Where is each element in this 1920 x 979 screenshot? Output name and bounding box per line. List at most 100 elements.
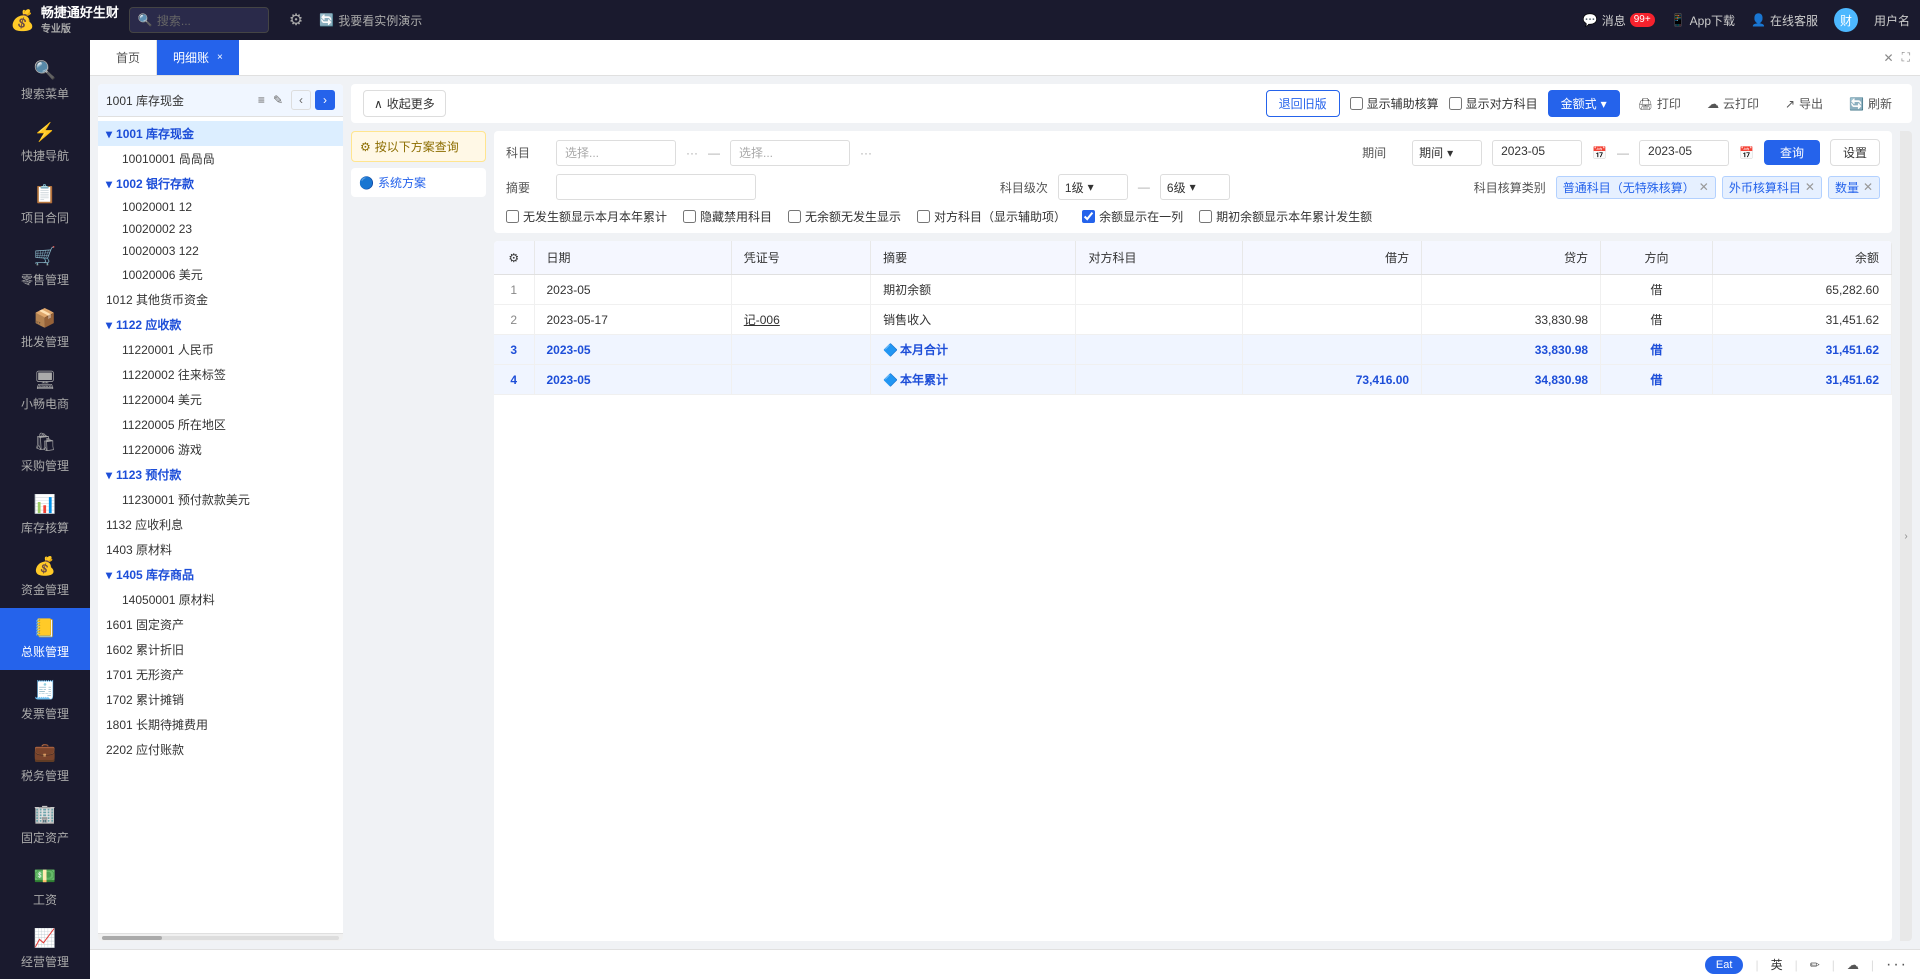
sidebar-item-purchase[interactable]: 🛍 采购管理 — [0, 422, 90, 484]
sidebar-item-search[interactable]: 🔍 搜索菜单 — [0, 50, 90, 112]
filter-tag-close-1[interactable]: ✕ — [1805, 180, 1815, 194]
period-end-input[interactable]: 2023-05 — [1639, 140, 1729, 166]
online-service-btn[interactable]: 👤 在线客服 — [1751, 12, 1818, 29]
tree-item-11220002[interactable]: 11220002 往来标签 — [98, 362, 343, 387]
top-search-box[interactable]: 🔍 搜索... — [129, 7, 269, 33]
col-gear[interactable]: ⚙ — [494, 241, 534, 275]
eat-btn[interactable]: Eat — [1705, 956, 1744, 974]
app-download-btn[interactable]: 📱 App下载 — [1671, 12, 1735, 29]
sidebar-item-tax[interactable]: 💼 税务管理 — [0, 732, 90, 794]
checkbox-no-occur[interactable]: 无发生额显示本月本年累计 — [506, 208, 667, 225]
sidebar-item-project[interactable]: 📋 项目合同 — [0, 174, 90, 236]
sidebar-item-inventory[interactable]: 📊 库存核算 — [0, 484, 90, 546]
tree-col-icon[interactable]: ≡ — [258, 93, 265, 107]
scheme-title[interactable]: 🔵 系统方案 — [359, 174, 478, 191]
sidebar-item-ecommerce[interactable]: 🖥 小畅电商 — [0, 360, 90, 422]
cloud-icon[interactable]: ☁ — [1847, 958, 1859, 972]
subject-input-2[interactable]: 选择... — [730, 140, 850, 166]
tree-item-11220005[interactable]: 11220005 所在地区 — [98, 412, 343, 437]
tree-item-1132[interactable]: 1132 应收利息 — [98, 512, 343, 537]
tree-item-1122[interactable]: ▾ 1122 应收款 — [98, 312, 343, 337]
cb-hide-disabled[interactable] — [683, 210, 696, 223]
tree-item-10010001[interactable]: 10010001 咼咼咼 — [98, 146, 343, 171]
sidebar-item-salary[interactable]: 💵 工资 — [0, 856, 90, 918]
tree-prev-btn[interactable]: ‹ — [291, 90, 311, 110]
tree-next-btn[interactable]: › — [315, 90, 335, 110]
tree-item-10020001[interactable]: 10020001 12 — [98, 196, 343, 218]
filter-tag-close-0[interactable]: ✕ — [1699, 180, 1709, 194]
sidebar-item-wholesale[interactable]: 📦 批发管理 — [0, 298, 90, 360]
tree-item-1012[interactable]: 1012 其他货币资金 — [98, 287, 343, 312]
level-end-select[interactable]: 6级 ▾ — [1160, 174, 1230, 200]
cloud-print-btn[interactable]: ☁ 云打印 — [1699, 91, 1767, 116]
show-assist-checkbox[interactable] — [1350, 97, 1363, 110]
settings-icon[interactable]: ⚙ — [289, 10, 303, 30]
tree-item-1405[interactable]: ▾ 1405 库存商品 — [98, 562, 343, 587]
summary-input[interactable] — [556, 174, 756, 200]
tree-item-1001[interactable]: ▾ 1001 库存现金 — [98, 121, 343, 146]
cb-show-contra[interactable] — [917, 210, 930, 223]
cell-voucher-2[interactable]: 记-006 — [731, 305, 870, 335]
tree-item-11230001[interactable]: 11230001 预付款款美元 — [98, 487, 343, 512]
show-contra-checkbox[interactable] — [1449, 97, 1462, 110]
checkbox-hide-disabled[interactable]: 隐藏禁用科目 — [683, 208, 772, 225]
tree-item-2202[interactable]: 2202 应付账款 — [98, 737, 343, 762]
tree-item-1602[interactable]: 1602 累计折旧 — [98, 637, 343, 662]
edit-icon[interactable]: ✏ — [1810, 958, 1820, 972]
tree-item-1403[interactable]: 1403 原材料 — [98, 537, 343, 562]
sidebar-item-retail[interactable]: 🛒 零售管理 — [0, 236, 90, 298]
period-calendar-icon-1[interactable]: 📅 — [1592, 146, 1607, 160]
tree-item-11220004[interactable]: 11220004 美元 — [98, 387, 343, 412]
query-btn[interactable]: 查询 — [1764, 140, 1820, 165]
subject-input[interactable]: 选择... — [556, 140, 676, 166]
tree-item-1601[interactable]: 1601 固定资产 — [98, 612, 343, 637]
tree-item-1702[interactable]: 1702 累计摊销 — [98, 687, 343, 712]
cb-no-occur[interactable] — [506, 210, 519, 223]
cb-no-balance[interactable] — [788, 210, 801, 223]
tab-home[interactable]: 首页 — [100, 40, 157, 75]
currency-mode-btn[interactable]: 金额式 ▾ — [1548, 90, 1620, 117]
tree-item-1123[interactable]: ▾ 1123 预付款 — [98, 462, 343, 487]
sidebar-item-quick-nav[interactable]: ⚡ 快捷导航 — [0, 112, 90, 174]
expand-btn[interactable]: ∧ 收起更多 — [363, 90, 446, 117]
tree-item-10020003[interactable]: 10020003 122 — [98, 240, 343, 262]
export-btn[interactable]: ↗ 导出 — [1777, 91, 1831, 116]
sidebar-item-operations[interactable]: 📈 经营管理 — [0, 918, 90, 979]
tree-item-11220001[interactable]: 11220001 人民币 — [98, 337, 343, 362]
return-old-version-btn[interactable]: 退回旧版 — [1266, 90, 1340, 117]
sidebar-item-fixed-assets[interactable]: 🏢 固定资产 — [0, 794, 90, 856]
tree-item-10020006[interactable]: 10020006 美元 — [98, 262, 343, 287]
period-calendar-icon-2[interactable]: 📅 — [1739, 146, 1754, 160]
sidebar-item-capital[interactable]: 💰 资金管理 — [0, 546, 90, 608]
sidebar-item-invoice[interactable]: 🧾 发票管理 — [0, 670, 90, 732]
show-assist-checkbox-label[interactable]: 显示辅助核算 — [1350, 95, 1439, 112]
sidebar-item-general-ledger[interactable]: 📒 总账管理 — [0, 608, 90, 670]
tab-close-icon[interactable]: × — [217, 52, 223, 63]
checkbox-show-contra[interactable]: 对方科目（显示辅助项） — [917, 208, 1066, 225]
tree-item-14050001[interactable]: 14050001 原材料 — [98, 587, 343, 612]
tree-item-11220006[interactable]: 11220006 游戏 — [98, 437, 343, 462]
cb-balance-one-col[interactable] — [1082, 210, 1095, 223]
tree-item-1701[interactable]: 1701 无形资产 — [98, 662, 343, 687]
period-start-input[interactable]: 2023-05 — [1492, 140, 1582, 166]
message-btn[interactable]: 💬 消息 99+ — [1583, 12, 1655, 29]
more-icon[interactable]: ··· — [1886, 956, 1908, 974]
tab-close-btn[interactable]: ✕ — [1884, 51, 1894, 65]
lang-btn[interactable]: 英 — [1771, 956, 1783, 973]
tab-detail-ledger[interactable]: 明细账 × — [157, 40, 239, 75]
period-type-select[interactable]: 期间 ▾ — [1412, 140, 1482, 166]
refresh-btn[interactable]: 🔄 刷新 — [1841, 91, 1900, 116]
tree-item-1801[interactable]: 1801 长期待摊费用 — [98, 712, 343, 737]
tree-edit-icon[interactable]: ✎ — [273, 93, 283, 107]
demo-link[interactable]: 🔄 我要看实例演示 — [319, 12, 422, 29]
settings-btn[interactable]: 设置 — [1830, 139, 1880, 166]
cb-show-opening[interactable] — [1199, 210, 1212, 223]
checkbox-no-balance[interactable]: 无余额无发生显示 — [788, 208, 901, 225]
user-avatar[interactable]: 财 — [1834, 8, 1858, 32]
filter-tag-close-2[interactable]: ✕ — [1863, 180, 1873, 194]
show-contra-checkbox-label[interactable]: 显示对方科目 — [1449, 95, 1538, 112]
checkbox-balance-one-col[interactable]: 余额显示在一列 — [1082, 208, 1183, 225]
tree-scroll-bar[interactable] — [98, 933, 343, 941]
tree-item-10020002[interactable]: 10020002 23 — [98, 218, 343, 240]
checkbox-show-opening[interactable]: 期初余额显示本年累计发生额 — [1199, 208, 1372, 225]
